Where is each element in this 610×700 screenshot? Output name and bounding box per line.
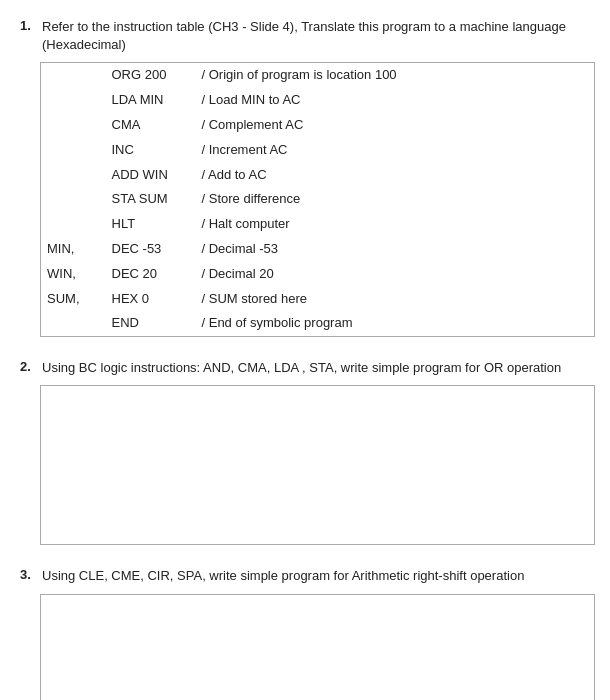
comment-cell: / Decimal 20 — [196, 262, 595, 287]
comment-cell: / Origin of program is location 100 — [196, 63, 595, 88]
question-2-header: 2. Using BC logic instructions: AND, CMA… — [20, 359, 590, 377]
question-1-number: 1. — [20, 18, 36, 33]
instr-cell: DEC -53 — [106, 237, 196, 262]
instr-cell: HEX 0 — [106, 287, 196, 312]
table-row: STA SUM / Store difference — [41, 187, 595, 212]
comment-cell: / Halt computer — [196, 212, 595, 237]
label-cell — [41, 311, 106, 336]
question-3: 3. Using CLE, CME, CIR, SPA, write simpl… — [20, 567, 590, 700]
question-2-answer-box[interactable] — [40, 385, 595, 545]
table-row: CMA / Complement AC — [41, 113, 595, 138]
comment-cell: / Add to AC — [196, 163, 595, 188]
comment-cell: / End of symbolic program — [196, 311, 595, 336]
comment-cell: / Decimal -53 — [196, 237, 595, 262]
label-cell: SUM, — [41, 287, 106, 312]
label-cell: MIN, — [41, 237, 106, 262]
comment-cell: / SUM stored here — [196, 287, 595, 312]
question-1-text: Refer to the instruction table (CH3 - Sl… — [42, 18, 590, 54]
question-2-text: Using BC logic instructions: AND, CMA, L… — [42, 359, 561, 377]
table-row: WIN, DEC 20 / Decimal 20 — [41, 262, 595, 287]
question-3-header: 3. Using CLE, CME, CIR, SPA, write simpl… — [20, 567, 590, 585]
label-cell — [41, 163, 106, 188]
label-cell — [41, 88, 106, 113]
instr-cell: LDA MIN — [106, 88, 196, 113]
question-1: 1. Refer to the instruction table (CH3 -… — [20, 18, 590, 337]
instr-cell: DEC 20 — [106, 262, 196, 287]
instr-cell: ORG 200 — [106, 63, 196, 88]
comment-cell: / Load MIN to AC — [196, 88, 595, 113]
table-row: LDA MIN / Load MIN to AC — [41, 88, 595, 113]
label-cell — [41, 212, 106, 237]
question-3-number: 3. — [20, 567, 36, 582]
label-cell — [41, 138, 106, 163]
instr-cell: HLT — [106, 212, 196, 237]
table-row: SUM, HEX 0 / SUM stored here — [41, 287, 595, 312]
question-2-number: 2. — [20, 359, 36, 374]
comment-cell: / Increment AC — [196, 138, 595, 163]
instr-cell: ADD WIN — [106, 163, 196, 188]
instr-cell: END — [106, 311, 196, 336]
instruction-table: ORG 200 / Origin of program is location … — [40, 62, 595, 337]
table-row: HLT / Halt computer — [41, 212, 595, 237]
comment-cell: / Store difference — [196, 187, 595, 212]
table-row: MIN, DEC -53 / Decimal -53 — [41, 237, 595, 262]
question-1-header: 1. Refer to the instruction table (CH3 -… — [20, 18, 590, 54]
question-3-text: Using CLE, CME, CIR, SPA, write simple p… — [42, 567, 524, 585]
label-cell — [41, 187, 106, 212]
instr-cell: STA SUM — [106, 187, 196, 212]
table-row: ORG 200 / Origin of program is location … — [41, 63, 595, 88]
table-row: ADD WIN / Add to AC — [41, 163, 595, 188]
instr-cell: INC — [106, 138, 196, 163]
label-cell — [41, 113, 106, 138]
label-cell: WIN, — [41, 262, 106, 287]
question-3-answer-box[interactable] — [40, 594, 595, 700]
comment-cell: / Complement AC — [196, 113, 595, 138]
table-row: END / End of symbolic program — [41, 311, 595, 336]
table-row: INC / Increment AC — [41, 138, 595, 163]
instr-cell: CMA — [106, 113, 196, 138]
question-2: 2. Using BC logic instructions: AND, CMA… — [20, 359, 590, 545]
label-cell — [41, 63, 106, 88]
